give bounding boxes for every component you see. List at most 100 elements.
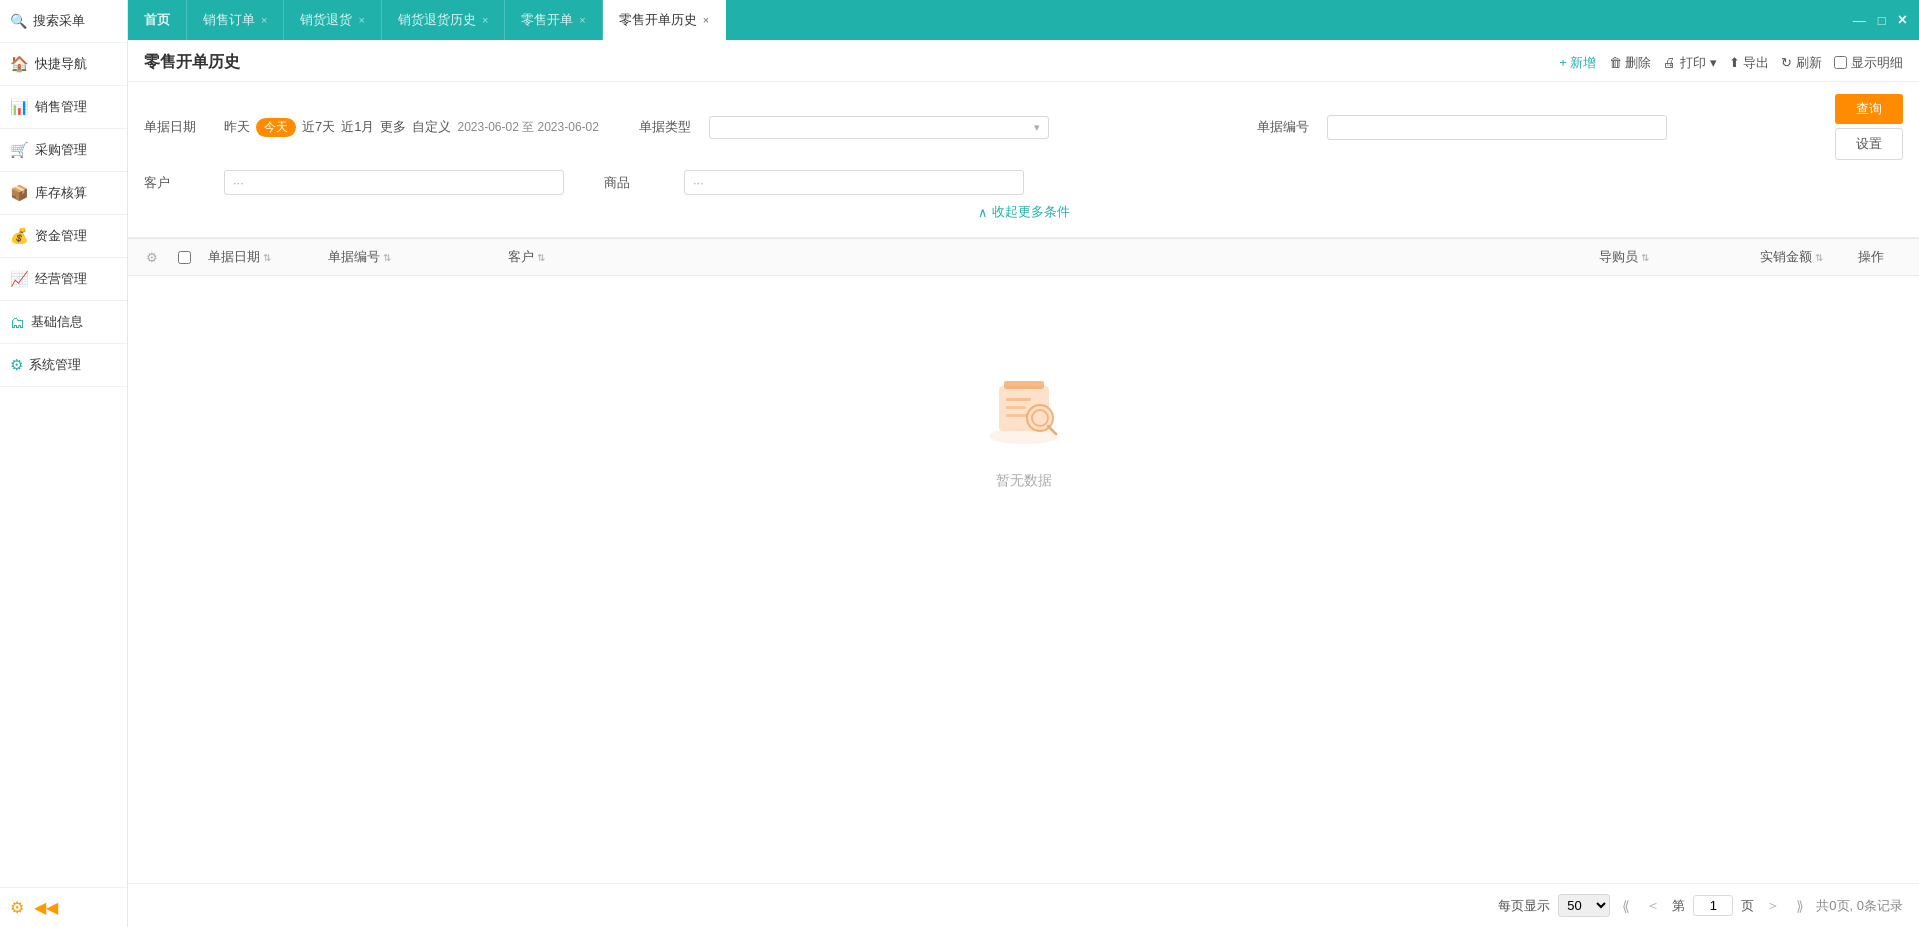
tab-sales-return-history-label: 销货退货历史	[398, 11, 476, 29]
tab-retail-open-label: 零售开单	[521, 11, 573, 29]
today-btn[interactable]: 今天	[256, 118, 296, 137]
tab-sales-return-history[interactable]: 销货退货历史 ×	[382, 0, 505, 40]
yesterday-btn[interactable]: 昨天	[224, 118, 250, 136]
th-sn-label: 单据编号	[328, 248, 380, 266]
sidebar-item-quick-nav[interactable]: 🏠 快捷导航	[0, 43, 127, 86]
last7-btn[interactable]: 近7天	[302, 118, 335, 136]
table-select-all[interactable]	[168, 251, 200, 264]
tab-sales-return-history-close[interactable]: ×	[482, 14, 488, 26]
window-maximize[interactable]: □	[1878, 13, 1886, 28]
sort-amount-icon: ⇅	[1815, 252, 1823, 263]
custom-btn[interactable]: 自定义	[412, 118, 451, 136]
date-range-display: 2023-06-02 至 2023-06-02	[457, 119, 598, 136]
tab-retail-open[interactable]: 零售开单 ×	[505, 0, 602, 40]
doc-type-filter: 单据类型 ▾	[639, 116, 1217, 139]
refresh-button[interactable]: ↻ 刷新	[1781, 54, 1822, 72]
export-button[interactable]: ⬆ 导出	[1729, 54, 1770, 72]
filter-area: 单据日期 昨天 今天 近7天 近1月 更多 自定义 2023-06-02 至 2…	[128, 82, 1919, 238]
page-suffix: 页	[1741, 897, 1754, 915]
sidebar-item-operations[interactable]: 📈 经营管理	[0, 258, 127, 301]
th-date-label: 单据日期	[208, 248, 260, 266]
tab-sales-return-label: 销货退货	[300, 11, 352, 29]
add-button[interactable]: + 新增	[1559, 54, 1596, 72]
th-amount[interactable]: 实销金额 ⇅	[1711, 248, 1831, 266]
money-icon: 💰	[10, 227, 29, 245]
prev-page-btn[interactable]: ＜	[1642, 897, 1664, 915]
last-month-btn[interactable]: 近1月	[341, 118, 374, 136]
last-page-btn[interactable]: ⟫	[1792, 898, 1808, 914]
display-detail-checkbox-label[interactable]: 显示明细	[1834, 54, 1903, 72]
tab-retail-open-history[interactable]: 零售开单历史 ×	[603, 0, 726, 40]
search-icon: 🔍	[10, 13, 27, 29]
bottom-gear-icon[interactable]: ⚙	[10, 898, 24, 917]
customer-label: 客户	[144, 174, 224, 192]
query-button[interactable]: 查询	[1835, 94, 1903, 124]
empty-state: 暂无数据	[128, 276, 1919, 570]
sidebar: 🔍 搜索采单 🏠 快捷导航 📊 销售管理 🛒 采购管理 📦 库存核算 💰 资金管…	[0, 0, 128, 927]
tab-sales-order-label: 销售订单	[203, 11, 255, 29]
tab-bar: 首页 销售订单 × 销货退货 × 销货退货历史 × 零售开单 × 零售开单历史 …	[128, 0, 1919, 40]
next-page-btn[interactable]: ＞	[1762, 897, 1784, 915]
sort-sn-icon: ⇅	[383, 252, 391, 263]
print-button[interactable]: 🖨 打印 ▾	[1663, 54, 1717, 72]
sidebar-item-label: 快捷导航	[35, 55, 87, 73]
tab-retail-open-close[interactable]: ×	[579, 14, 585, 26]
table-settings-icon[interactable]: ⚙	[136, 250, 168, 265]
svg-rect-2	[1004, 381, 1044, 389]
table-area: ⚙ 单据日期 ⇅ 单据编号 ⇅ 客户 ⇅ 导购员 ⇅	[128, 238, 1919, 883]
sidebar-item-purchase-mgmt[interactable]: 🛒 采购管理	[0, 129, 127, 172]
delete-button[interactable]: 🗑 删除	[1609, 54, 1652, 72]
doc-sn-input[interactable]	[1327, 115, 1667, 140]
window-controls: — □ ×	[1853, 11, 1919, 29]
tab-home[interactable]: 首页	[128, 0, 187, 40]
th-sn[interactable]: 单据编号 ⇅	[320, 248, 500, 266]
select-all-checkbox[interactable]	[178, 251, 191, 264]
first-page-btn[interactable]: ⟪	[1618, 898, 1634, 914]
tab-sales-return-close[interactable]: ×	[358, 14, 364, 26]
sidebar-item-finance[interactable]: 💰 资金管理	[0, 215, 127, 258]
toolbar: + 新增 🗑 删除 🖨 打印 ▾ ⬆ 导出 ↻ 刷新 显示明细	[1559, 54, 1903, 72]
th-customer[interactable]: 客户 ⇅	[500, 248, 1591, 266]
sidebar-item-sales-mgmt[interactable]: 📊 销售管理	[0, 86, 127, 129]
sidebar-collapse-icon[interactable]: ◀◀	[34, 898, 58, 917]
date-shortcuts: 昨天 今天 近7天 近1月 更多 自定义	[224, 118, 451, 137]
settings-button[interactable]: 设置	[1835, 128, 1903, 160]
th-ops: 操作	[1831, 248, 1911, 266]
tab-sales-return[interactable]: 销货退货 ×	[284, 0, 381, 40]
page-header: 零售开单历史 + 新增 🗑 删除 🖨 打印 ▾ ⬆ 导出 ↻ 刷新 显示明细	[128, 40, 1919, 82]
goods-input[interactable]: ···	[684, 170, 1024, 195]
chevron-down-icon: ▾	[1034, 121, 1040, 134]
ops-icon: 📈	[10, 270, 29, 288]
page-title: 零售开单历史	[144, 52, 240, 73]
th-date[interactable]: 单据日期 ⇅	[200, 248, 320, 266]
more-btn[interactable]: 更多	[380, 118, 406, 136]
tab-sales-order[interactable]: 销售订单 ×	[187, 0, 284, 40]
svg-rect-4	[1006, 406, 1026, 409]
sidebar-search[interactable]: 🔍 搜索采单	[0, 0, 127, 43]
th-guide[interactable]: 导购员 ⇅	[1591, 248, 1711, 266]
display-label: 显示明细	[1851, 54, 1903, 72]
window-close[interactable]: ×	[1898, 11, 1907, 29]
tab-retail-open-history-close[interactable]: ×	[703, 14, 709, 26]
total-record-text: 共0页, 0条记录	[1816, 897, 1903, 915]
display-detail-checkbox[interactable]	[1834, 56, 1847, 69]
collapse-filter-btn[interactable]: ∧ 收起更多条件	[144, 199, 1903, 225]
current-page-prefix: 第	[1672, 897, 1685, 915]
window-minimize[interactable]: —	[1853, 13, 1866, 28]
page-number-input[interactable]	[1693, 895, 1733, 916]
empty-illustration	[974, 356, 1074, 456]
per-page-select[interactable]: 50 10 20 100	[1558, 894, 1610, 917]
sidebar-item-label: 销售管理	[35, 98, 87, 116]
box-icon: 📦	[10, 184, 29, 202]
sidebar-item-label: 库存核算	[35, 184, 87, 202]
sidebar-item-basic-info[interactable]: 🗂 基础信息	[0, 301, 127, 344]
home-icon: 🏠	[10, 55, 29, 73]
sidebar-item-inventory[interactable]: 📦 库存核算	[0, 172, 127, 215]
tab-sales-order-close[interactable]: ×	[261, 14, 267, 26]
customer-input[interactable]: ···	[224, 170, 564, 195]
sidebar-item-sys-mgmt[interactable]: ⚙ 系统管理	[0, 344, 127, 387]
doc-type-select[interactable]: ▾	[709, 116, 1049, 139]
cart-icon: 🛒	[10, 141, 29, 159]
filter-row-1: 单据日期 昨天 今天 近7天 近1月 更多 自定义 2023-06-02 至 2…	[144, 94, 1903, 160]
customer-placeholder: ···	[233, 175, 244, 190]
